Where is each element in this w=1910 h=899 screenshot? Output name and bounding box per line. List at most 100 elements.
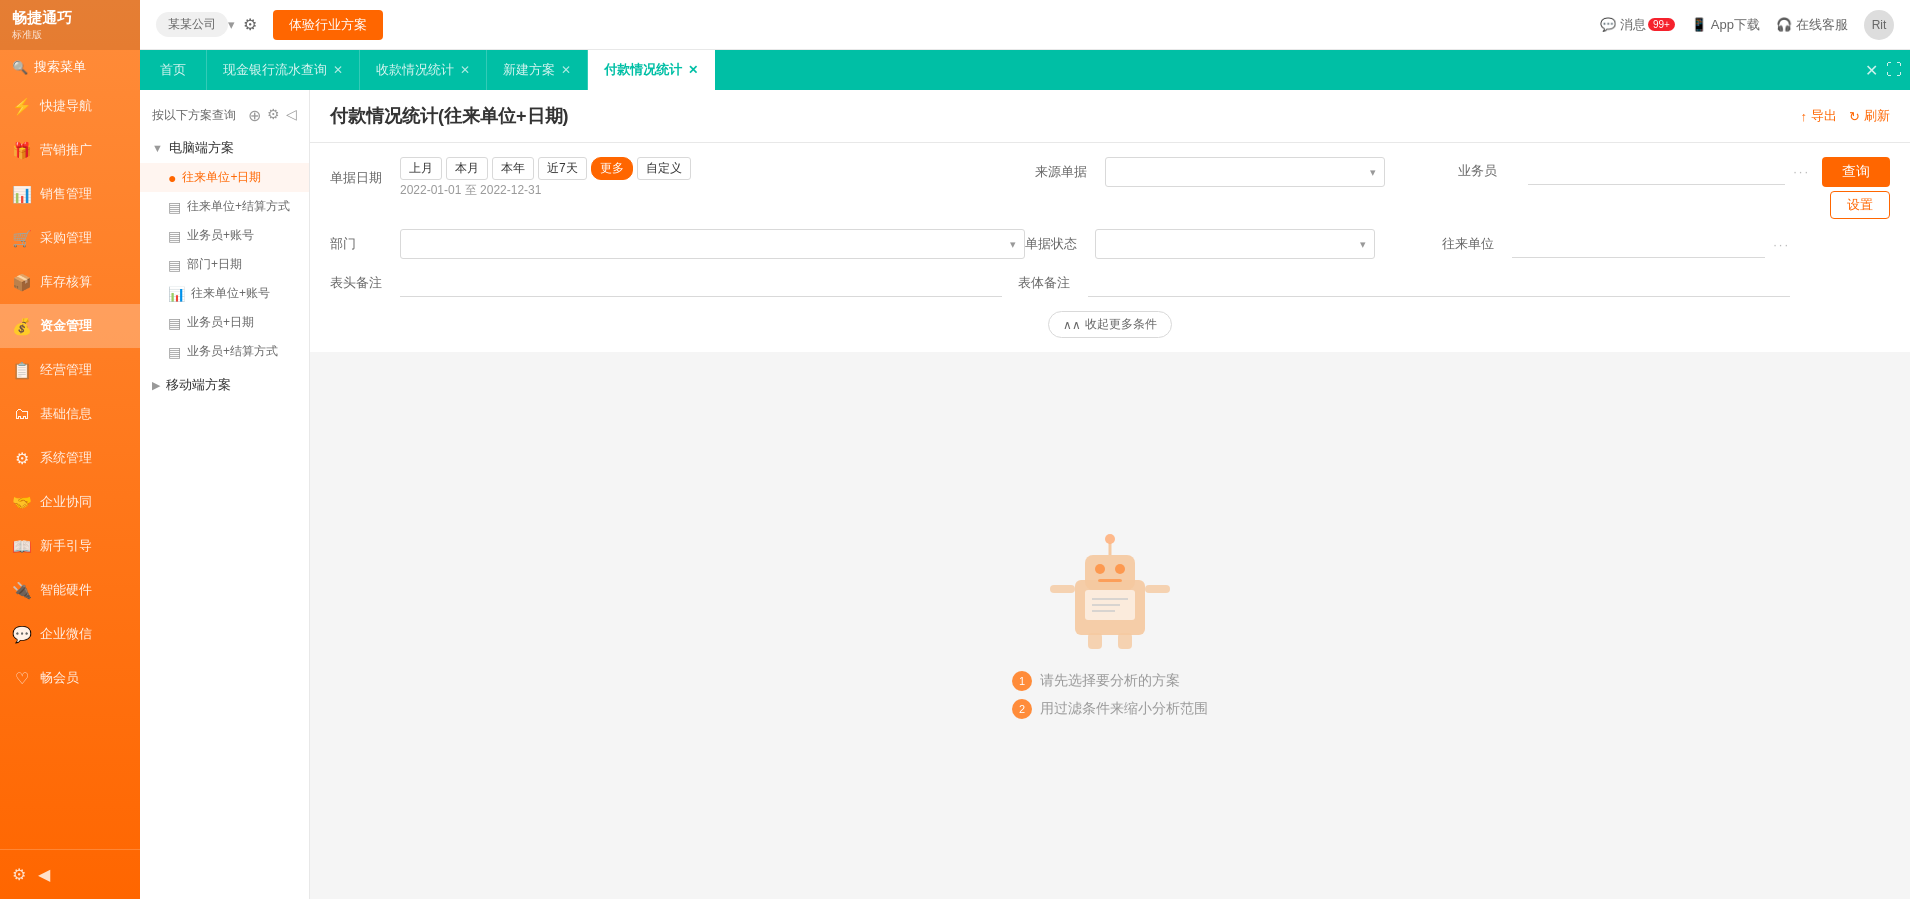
app-label: App下载 (1711, 16, 1760, 34)
sidebar-item-guide[interactable]: 📖 新手引导 (0, 524, 140, 568)
svg-rect-9 (1088, 633, 1102, 649)
solution-item-counterpart-account[interactable]: 📊 往来单位+账号 (140, 279, 309, 308)
avatar[interactable]: Rit (1864, 10, 1894, 40)
dropdown-arrow-icon[interactable]: ▾ (228, 17, 235, 32)
sidebar-item-enterprise[interactable]: 🤝 企业协同 (0, 480, 140, 524)
sidebar-item-weapp[interactable]: 💬 企业微信 (0, 612, 140, 656)
date-btn-this-year[interactable]: 本年 (492, 157, 534, 180)
solution-group-mobile-header[interactable]: ▶ 移动端方案 (140, 370, 309, 400)
filter-actions: 查询 设置 (1822, 157, 1890, 219)
enterprise-icon: 🤝 (12, 492, 32, 512)
collapse-button[interactable]: ∧∧ 收起更多条件 (1048, 311, 1172, 338)
tab-receipts[interactable]: 收款情况统计 ✕ (360, 50, 487, 90)
tab-newplan-close-icon[interactable]: ✕ (561, 63, 571, 77)
solution-item-salesperson-account[interactable]: ▤ 业务员+账号 (140, 221, 309, 250)
solution-chart-icon: ▤ (168, 315, 181, 331)
tab-cashflow-close-icon[interactable]: ✕ (333, 63, 343, 77)
sidebar-search[interactable]: 🔍 搜索菜单 (0, 50, 140, 84)
tab-cashflow[interactable]: 现金银行流水查询 ✕ (207, 50, 360, 90)
solution-collapse-icon[interactable]: ◁ (286, 106, 297, 125)
date-btn-more[interactable]: 更多 (591, 157, 633, 180)
solution-item-dept-date[interactable]: ▤ 部门+日期 (140, 250, 309, 279)
expand-icon[interactable]: ⛶ (1886, 61, 1902, 79)
solution-group-pc-header[interactable]: ▼ 电脑端方案 (140, 133, 309, 163)
solution-item-salesperson-date[interactable]: ▤ 业务员+日期 (140, 308, 309, 337)
solution-settings-icon[interactable]: ⚙ (267, 106, 280, 125)
svg-rect-10 (1118, 633, 1132, 649)
sidebar-item-label: 智能硬件 (40, 581, 92, 599)
solution-item-counterpart-payment[interactable]: ▤ 往来单位+结算方式 (140, 192, 309, 221)
message-icon: 💬 (1600, 17, 1616, 32)
app-icon: 📱 (1691, 17, 1707, 32)
refresh-button[interactable]: ↻ 刷新 (1849, 107, 1890, 125)
sidebar-item-marketing[interactable]: 🎁 营销推广 (0, 128, 140, 172)
tab-payments-close-icon[interactable]: ✕ (688, 63, 698, 77)
query-button[interactable]: 查询 (1822, 157, 1890, 187)
hardware-icon: 🔌 (12, 580, 32, 600)
counterpart-input-area[interactable] (1512, 230, 1765, 258)
solution-item-salesperson-payment[interactable]: ▤ 业务员+结算方式 (140, 337, 309, 366)
tab-payments[interactable]: 付款情况统计 ✕ (588, 50, 715, 90)
source-select[interactable]: ▾ (1105, 157, 1385, 187)
filter-row-3: 表头备注 表体备注 (330, 269, 1890, 297)
settings-button[interactable]: 设置 (1830, 191, 1890, 219)
export-button[interactable]: ↑ 导出 (1801, 107, 1838, 125)
footer-settings-icon[interactable]: ⚙ (12, 865, 26, 884)
voucher-status-select[interactable]: ▾ (1095, 229, 1375, 259)
sidebar-item-system[interactable]: ⚙ 系统管理 (0, 436, 140, 480)
user-pill[interactable]: 某某公司 (156, 12, 228, 37)
weapp-icon: 💬 (12, 624, 32, 644)
hint-text-2: 用过滤条件来缩小分析范围 (1040, 700, 1208, 718)
sidebar-item-inventory[interactable]: 📦 库存核算 (0, 260, 140, 304)
salesperson-input-area[interactable] (1528, 157, 1786, 185)
export-icon: ↑ (1801, 109, 1808, 124)
head-note-input[interactable] (400, 269, 1002, 297)
collapse-chevron-icon: ∧∧ (1063, 318, 1081, 332)
sidebar-item-purchase[interactable]: 🛒 采购管理 (0, 216, 140, 260)
date-btn-custom[interactable]: 自定义 (637, 157, 691, 180)
messages-label: 消息 (1620, 16, 1646, 34)
trial-button[interactable]: 体验行业方案 (273, 10, 383, 40)
dept-select[interactable]: ▾ (400, 229, 1025, 259)
app-download-button[interactable]: 📱 App下载 (1691, 16, 1760, 34)
date-buttons: 上月 本月 本年 近7天 更多 自定义 (400, 157, 691, 180)
filter-cell-counterpart: 往来单位 ··· (1442, 230, 1790, 258)
guide-icon: 📖 (12, 536, 32, 556)
solution-group-pc: ▼ 电脑端方案 ● 往来单位+日期 ▤ 往来单位+结算方式 ▤ 业务员+账号 ▤ (140, 133, 309, 366)
tab-home[interactable]: 首页 (140, 50, 207, 90)
svg-rect-8 (1145, 585, 1170, 593)
main-area: 某某公司 ▾ ⚙ 体验行业方案 💬 消息 99+ 📱 App下载 🎧 在线客服 … (140, 0, 1910, 899)
tab-newplan[interactable]: 新建方案 ✕ (487, 50, 588, 90)
date-btn-7days[interactable]: 近7天 (538, 157, 587, 180)
sidebar-item-hardware[interactable]: 🔌 智能硬件 (0, 568, 140, 612)
messages-button[interactable]: 💬 消息 99+ (1600, 16, 1675, 34)
collapse-bar: ∧∧ 收起更多条件 (330, 303, 1890, 338)
solution-item-label: 往来单位+日期 (182, 169, 261, 186)
solution-active-icon: ● (168, 170, 176, 186)
counterpart-dots-icon[interactable]: ··· (1773, 237, 1790, 252)
solution-bar-icon: 📊 (168, 286, 185, 302)
header-gear-icon[interactable]: ⚙ (243, 15, 257, 34)
tab-payments-label: 付款情况统计 (604, 61, 682, 79)
add-solution-icon[interactable]: ⊕ (248, 106, 261, 125)
solution-item-counterpart-date[interactable]: ● 往来单位+日期 (140, 163, 309, 192)
refresh-label: 刷新 (1864, 107, 1890, 125)
online-service-button[interactable]: 🎧 在线客服 (1776, 16, 1848, 34)
sidebar-item-operation[interactable]: 📋 经营管理 (0, 348, 140, 392)
sales-icon: 📊 (12, 184, 32, 204)
search-icon: 🔍 (12, 60, 28, 75)
sidebar-item-finance[interactable]: 💰 资金管理 (0, 304, 140, 348)
sidebar-item-basic[interactable]: 🗂 基础信息 (0, 392, 140, 436)
salesperson-dots-icon[interactable]: ··· (1793, 164, 1810, 179)
footer-collapse-icon[interactable]: ◀ (38, 865, 50, 884)
sidebar-item-sales[interactable]: 📊 销售管理 (0, 172, 140, 216)
date-btn-this-month[interactable]: 本月 (446, 157, 488, 180)
sidebar-item-vip[interactable]: ♡ 畅会员 (0, 656, 140, 700)
tab-receipts-close-icon[interactable]: ✕ (460, 63, 470, 77)
sidebar-item-quicknav[interactable]: ⚡ 快捷导航 (0, 84, 140, 128)
date-btn-last-month[interactable]: 上月 (400, 157, 442, 180)
body-note-input[interactable] (1088, 269, 1790, 297)
close-all-icon[interactable]: ✕ (1865, 61, 1878, 80)
salesperson-label: 业务员 (1458, 162, 1528, 180)
filter-cell-body-note: 表体备注 (1018, 269, 1790, 297)
